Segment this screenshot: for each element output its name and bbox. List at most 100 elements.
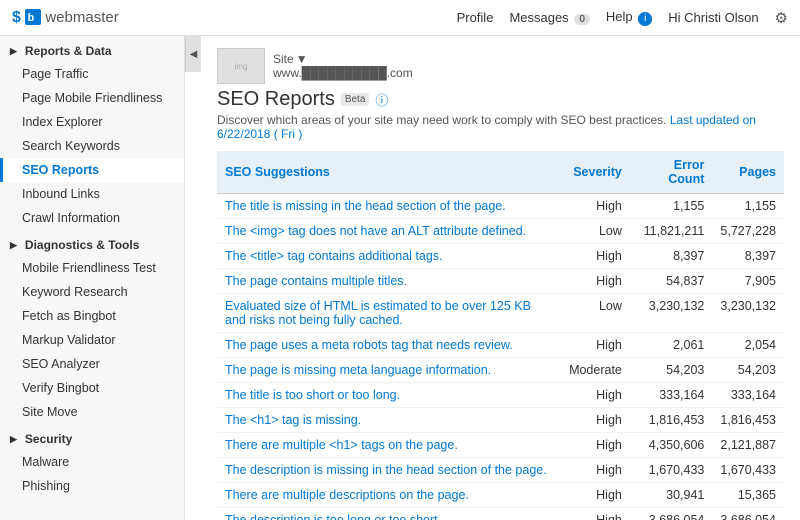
error-count-cell: 3,686,054 bbox=[630, 508, 713, 520]
seo-table: SEO Suggestions Severity Error Count Pag… bbox=[217, 151, 784, 520]
user-greeting[interactable]: Hi Christi Olson bbox=[668, 10, 758, 25]
body: ▶ Reports & Data Page Traffic Page Mobil… bbox=[0, 36, 800, 520]
sidebar-item-verify-bingbot[interactable]: Verify Bingbot bbox=[0, 376, 184, 400]
sidebar-section-security-label: Security bbox=[25, 432, 72, 446]
sidebar-item-malware[interactable]: Malware bbox=[0, 450, 184, 474]
sidebar-item-phishing[interactable]: Phishing bbox=[0, 474, 184, 498]
error-count-cell: 2,061 bbox=[630, 333, 713, 358]
subtitle: Discover which areas of your site may ne… bbox=[217, 113, 784, 141]
svg-text:b: b bbox=[28, 12, 35, 24]
header-nav: Profile Messages 0 Help i Hi Christi Ols… bbox=[457, 9, 788, 27]
sidebar-item-index-explorer[interactable]: Index Explorer bbox=[0, 110, 184, 134]
suggestion-cell[interactable]: The title is missing in the head section… bbox=[217, 194, 561, 219]
bing-logo-icon: b bbox=[25, 9, 41, 25]
pages-cell: 1,155 bbox=[712, 194, 784, 219]
gear-icon[interactable]: ⚙ bbox=[775, 9, 788, 27]
col-error-count: Error Count bbox=[630, 151, 713, 194]
pages-cell: 2,121,887 bbox=[712, 433, 784, 458]
sidebar-section-reports-data-label: Reports & Data bbox=[25, 44, 112, 58]
pages-cell: 8,397 bbox=[712, 244, 784, 269]
col-pages: Pages bbox=[712, 151, 784, 194]
suggestion-cell[interactable]: The title is too short or too long. bbox=[217, 383, 561, 408]
sidebar: ▶ Reports & Data Page Traffic Page Mobil… bbox=[0, 36, 185, 520]
sidebar-section-diagnostics-label: Diagnostics & Tools bbox=[25, 238, 139, 252]
suggestion-cell[interactable]: The page is missing meta language inform… bbox=[217, 358, 561, 383]
sidebar-item-inbound-links[interactable]: Inbound Links bbox=[0, 182, 184, 206]
table-row: The page contains multiple titles.High54… bbox=[217, 269, 784, 294]
page-title: SEO Reports bbox=[217, 88, 335, 111]
error-count-cell: 54,837 bbox=[630, 269, 713, 294]
error-count-cell: 333,164 bbox=[630, 383, 713, 408]
suggestion-cell[interactable]: The page uses a meta robots tag that nee… bbox=[217, 333, 561, 358]
sidebar-section-reports-data[interactable]: ▶ Reports & Data bbox=[0, 36, 184, 62]
pages-cell: 3,230,132 bbox=[712, 294, 784, 333]
sidebar-section-security[interactable]: ▶ Security bbox=[0, 424, 184, 450]
suggestion-cell[interactable]: The <title> tag contains additional tags… bbox=[217, 244, 561, 269]
suggestion-cell[interactable]: The <h1> tag is missing. bbox=[217, 408, 561, 433]
site-thumbnail: img bbox=[217, 48, 265, 84]
pages-cell: 54,203 bbox=[712, 358, 784, 383]
suggestion-cell[interactable]: Evaluated size of HTML is estimated to b… bbox=[217, 294, 561, 333]
sidebar-item-keyword-research[interactable]: Keyword Research bbox=[0, 280, 184, 304]
sidebar-item-site-move[interactable]: Site Move bbox=[0, 400, 184, 424]
error-count-cell: 3,230,132 bbox=[630, 294, 713, 333]
severity-cell: Low bbox=[561, 294, 630, 333]
pages-cell: 333,164 bbox=[712, 383, 784, 408]
table-header-row: SEO Suggestions Severity Error Count Pag… bbox=[217, 151, 784, 194]
error-count-cell: 1,816,453 bbox=[630, 408, 713, 433]
error-count-cell: 1,155 bbox=[630, 194, 713, 219]
suggestion-cell[interactable]: The <img> tag does not have an ALT attri… bbox=[217, 219, 561, 244]
sidebar-item-search-keywords[interactable]: Search Keywords bbox=[0, 134, 184, 158]
sidebar-item-markup-validator[interactable]: Markup Validator bbox=[0, 328, 184, 352]
header: $ b webmaster Profile Messages 0 Help i … bbox=[0, 0, 800, 36]
messages-nav[interactable]: Messages 0 bbox=[509, 10, 589, 25]
table-row: The page is missing meta language inform… bbox=[217, 358, 784, 383]
suggestion-cell[interactable]: There are multiple <h1> tags on the page… bbox=[217, 433, 561, 458]
sidebar-item-seo-analyzer[interactable]: SEO Analyzer bbox=[0, 352, 184, 376]
table-row: The description is too long or too short… bbox=[217, 508, 784, 520]
main-content: img Site ▼ www.██████████.com SEO Report… bbox=[201, 36, 800, 520]
error-count-cell: 8,397 bbox=[630, 244, 713, 269]
help-badge: i bbox=[638, 12, 652, 26]
table-row: There are multiple descriptions on the p… bbox=[217, 483, 784, 508]
dropdown-icon[interactable]: ▼ bbox=[296, 52, 308, 66]
table-row: Evaluated size of HTML is estimated to b… bbox=[217, 294, 784, 333]
info-icon[interactable]: ⓘ bbox=[375, 90, 388, 109]
sidebar-item-seo-reports[interactable]: SEO Reports bbox=[0, 158, 184, 182]
severity-cell: High bbox=[561, 433, 630, 458]
severity-cell: High bbox=[561, 508, 630, 520]
table-row: The page uses a meta robots tag that nee… bbox=[217, 333, 784, 358]
pages-cell: 15,365 bbox=[712, 483, 784, 508]
severity-cell: High bbox=[561, 194, 630, 219]
suggestion-cell[interactable]: There are multiple descriptions on the p… bbox=[217, 483, 561, 508]
error-count-cell: 4,350,606 bbox=[630, 433, 713, 458]
sidebar-section-diagnostics[interactable]: ▶ Diagnostics & Tools bbox=[0, 230, 184, 256]
col-severity: Severity bbox=[561, 151, 630, 194]
suggestion-cell[interactable]: The description is too long or too short… bbox=[217, 508, 561, 520]
col-suggestion: SEO Suggestions bbox=[217, 151, 561, 194]
pages-cell: 2,054 bbox=[712, 333, 784, 358]
table-row: The <title> tag contains additional tags… bbox=[217, 244, 784, 269]
table-row: There are multiple <h1> tags on the page… bbox=[217, 433, 784, 458]
error-count-cell: 30,941 bbox=[630, 483, 713, 508]
profile-nav[interactable]: Profile bbox=[457, 10, 494, 25]
error-count-cell: 11,821,211 bbox=[630, 219, 713, 244]
suggestion-cell[interactable]: The description is missing in the head s… bbox=[217, 458, 561, 483]
sidebar-item-page-mobile[interactable]: Page Mobile Friendliness bbox=[0, 86, 184, 110]
severity-cell: High bbox=[561, 483, 630, 508]
chevron-down-icon: ▶ bbox=[10, 46, 17, 57]
pages-cell: 7,905 bbox=[712, 269, 784, 294]
sidebar-item-crawl-information[interactable]: Crawl Information bbox=[0, 206, 184, 230]
product-name: webmaster bbox=[45, 9, 118, 26]
sidebar-item-fetch-bingbot[interactable]: Fetch as Bingbot bbox=[0, 304, 184, 328]
error-count-cell: 1,670,433 bbox=[630, 458, 713, 483]
suggestion-cell[interactable]: The page contains multiple titles. bbox=[217, 269, 561, 294]
sidebar-collapse-arrow[interactable]: ◀ bbox=[185, 36, 201, 72]
sidebar-item-page-traffic[interactable]: Page Traffic bbox=[0, 62, 184, 86]
help-nav[interactable]: Help i bbox=[606, 9, 652, 26]
bing-icon: $ b bbox=[12, 9, 41, 27]
sidebar-item-mobile-friendliness[interactable]: Mobile Friendliness Test bbox=[0, 256, 184, 280]
chevron-down-icon-diag: ▶ bbox=[10, 240, 17, 251]
page-title-row: SEO Reports Beta ⓘ bbox=[217, 88, 784, 111]
table-row: The title is missing in the head section… bbox=[217, 194, 784, 219]
